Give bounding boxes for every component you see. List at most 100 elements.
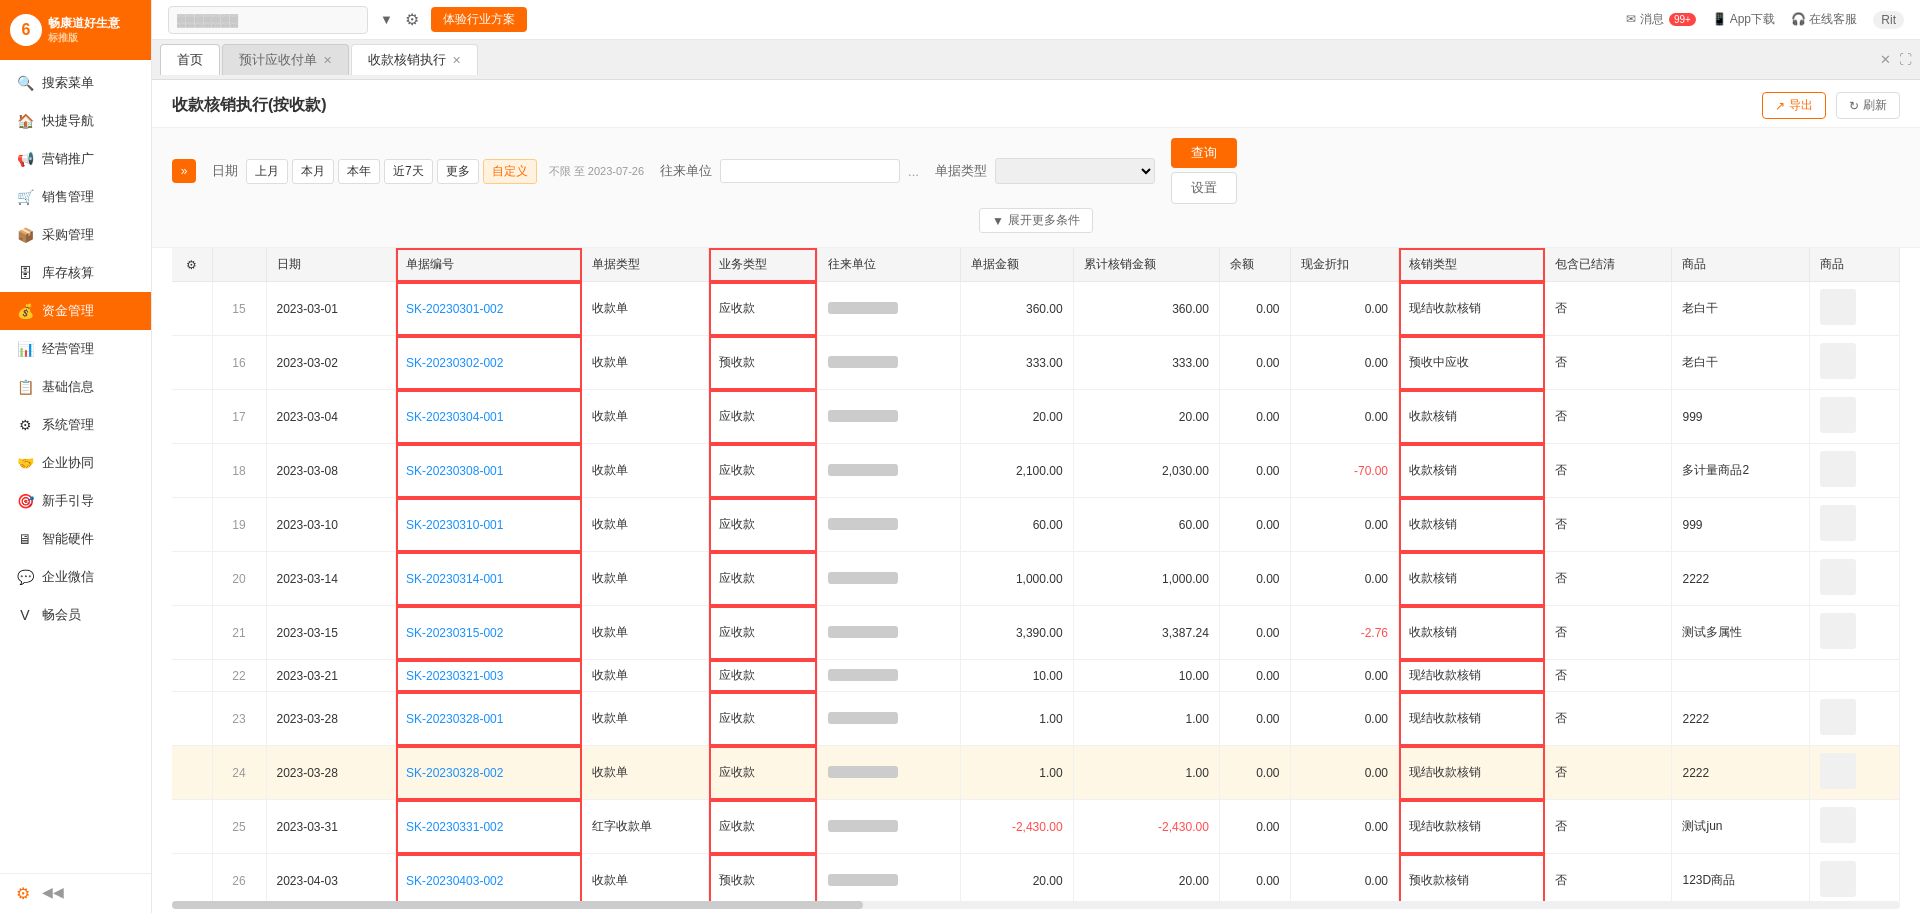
doc-no-link[interactable]: SK-20230328-002 [406, 766, 503, 780]
filter-btn-7days[interactable]: 近7天 [384, 159, 433, 184]
sidebar-collapse-icon[interactable]: ◀◀ [42, 884, 64, 903]
table-row[interactable]: 22 2023-03-21 SK-20230321-003 收款单 应收款 10… [172, 660, 1900, 692]
message-area[interactable]: ✉ 消息 99+ [1626, 11, 1696, 28]
filter-area: » 日期 上月 本月 本年 近7天 更多 自定义 不限 至 2023-07-26 [152, 128, 1920, 248]
filter-expand-button[interactable]: ▼ 展开更多条件 [979, 208, 1093, 233]
filter-btn-custom[interactable]: 自定义 [483, 159, 537, 184]
filter-btn-this-month[interactable]: 本月 [292, 159, 334, 184]
row-balance: 0.00 [1219, 800, 1290, 854]
topbar-dropdown-icon[interactable]: ▼ [380, 12, 393, 27]
table-row[interactable]: 24 2023-03-28 SK-20230328-002 收款单 应收款 1.… [172, 746, 1900, 800]
sidebar-item-sales[interactable]: 🛒 销售管理 [0, 178, 151, 216]
row-inclsettled: 否 [1545, 854, 1672, 902]
doc-no-link[interactable]: SK-20230328-001 [406, 712, 503, 726]
query-button[interactable]: 查询 [1171, 138, 1237, 168]
tab-prepay[interactable]: 预计应收付单 ✕ [222, 44, 349, 75]
row-doctype: 收款单 [582, 660, 709, 692]
table-row[interactable]: 20 2023-03-14 SK-20230314-001 收款单 应收款 1,… [172, 552, 1900, 606]
filter-settings-button[interactable]: 设置 [1171, 172, 1237, 204]
sidebar-item-wechat[interactable]: 💬 企业微信 [0, 558, 151, 596]
topbar-search-box[interactable]: ▓▓▓▓▓▓▓ [168, 6, 368, 34]
row-cashdiscount: 0.00 [1290, 660, 1398, 692]
filter-doctype-select[interactable] [995, 158, 1155, 184]
tab-expand-icon[interactable]: ⛶ [1899, 52, 1912, 67]
operations-icon: 📊 [16, 341, 34, 357]
row-date: 2023-03-28 [266, 746, 396, 800]
row-inclsettled: 否 [1545, 336, 1672, 390]
doc-no-link[interactable]: SK-20230302-002 [406, 356, 503, 370]
table-row[interactable]: 26 2023-04-03 SK-20230403-002 收款单 预收款 20… [172, 854, 1900, 902]
sidebar-item-purchase[interactable]: 📦 采购管理 [0, 216, 151, 254]
row-product-img [1810, 692, 1900, 746]
table-row[interactable]: 25 2023-03-31 SK-20230331-002 红字收款单 应收款 … [172, 800, 1900, 854]
doc-no-link[interactable]: SK-20230314-001 [406, 572, 503, 586]
filter-btn-this-year[interactable]: 本年 [338, 159, 380, 184]
tab-receipt-close[interactable]: ✕ [452, 54, 461, 67]
col-settings[interactable]: ⚙ [172, 248, 212, 282]
export-button[interactable]: ↗ 导出 [1762, 92, 1826, 119]
sidebar-item-finance[interactable]: 💰 资金管理 [0, 292, 151, 330]
table-row[interactable]: 15 2023-03-01 SK-20230301-002 收款单 应收款 36… [172, 282, 1900, 336]
doc-no-link[interactable]: SK-20230315-002 [406, 626, 503, 640]
doc-no-link[interactable]: SK-20230308-001 [406, 464, 503, 478]
doc-no-link[interactable]: SK-20230321-003 [406, 669, 503, 683]
doc-no-link[interactable]: SK-20230331-002 [406, 820, 503, 834]
filter-partner-input[interactable] [720, 159, 900, 183]
row-product-img [1810, 552, 1900, 606]
row-cashdiscount: 0.00 [1290, 800, 1398, 854]
sidebar-item-enterprise[interactable]: 🤝 企业协同 [0, 444, 151, 482]
refresh-button[interactable]: ↻ 刷新 [1836, 92, 1900, 119]
row-product-img [1810, 282, 1900, 336]
sidebar-item-guide[interactable]: 🎯 新手引导 [0, 482, 151, 520]
row-inclsettled: 否 [1545, 660, 1672, 692]
service-area[interactable]: 🎧 在线客服 [1791, 11, 1857, 28]
row-partner [817, 800, 960, 854]
user-avatar[interactable]: Rit [1873, 11, 1904, 29]
table-row[interactable]: 17 2023-03-04 SK-20230304-001 收款单 应收款 20… [172, 390, 1900, 444]
row-product-img [1810, 390, 1900, 444]
sidebar-item-system[interactable]: ⚙ 系统管理 [0, 406, 151, 444]
col-date: 日期 [266, 248, 396, 282]
sidebar-item-search[interactable]: 🔍 搜索菜单 [0, 64, 151, 102]
sidebar-gear-icon[interactable]: ⚙ [16, 884, 30, 903]
tab-prepay-close[interactable]: ✕ [323, 54, 332, 67]
app-download-area[interactable]: 📱 App下载 [1712, 11, 1775, 28]
row-docamount: 1.00 [960, 746, 1073, 800]
filter-doctype-label: 单据类型 [935, 162, 987, 180]
row-doctype: 收款单 [582, 390, 709, 444]
doc-no-link[interactable]: SK-20230301-002 [406, 302, 503, 316]
sidebar-item-member[interactable]: V 畅会员 [0, 596, 151, 634]
solution-button[interactable]: 体验行业方案 [431, 7, 527, 32]
sidebar-item-hardware[interactable]: 🖥 智能硬件 [0, 520, 151, 558]
table-row[interactable]: 23 2023-03-28 SK-20230328-001 收款单 应收款 1.… [172, 692, 1900, 746]
table-scrollbar-thumb[interactable] [172, 901, 863, 909]
table-row[interactable]: 21 2023-03-15 SK-20230315-002 收款单 应收款 3,… [172, 606, 1900, 660]
sidebar-item-basic[interactable]: 📋 基础信息 [0, 368, 151, 406]
filter-btn-last-month[interactable]: 上月 [246, 159, 288, 184]
row-docamount: 360.00 [960, 282, 1073, 336]
table-row[interactable]: 18 2023-03-08 SK-20230308-001 收款单 应收款 2,… [172, 444, 1900, 498]
table-row[interactable]: 19 2023-03-10 SK-20230310-001 收款单 应收款 60… [172, 498, 1900, 552]
row-product: 老白干 [1672, 336, 1810, 390]
col-settings-cell [172, 336, 212, 390]
sidebar-item-inventory[interactable]: 🗄 库存核算 [0, 254, 151, 292]
purchase-icon: 📦 [16, 227, 34, 243]
row-partner [817, 336, 960, 390]
tab-close-all-icon[interactable]: ✕ [1880, 52, 1891, 67]
tab-receipt[interactable]: 收款核销执行 ✕ [351, 44, 478, 75]
row-balance: 0.00 [1219, 692, 1290, 746]
doc-no-link[interactable]: SK-20230310-001 [406, 518, 503, 532]
sidebar-item-operations[interactable]: 📊 经营管理 [0, 330, 151, 368]
table-row[interactable]: 16 2023-03-02 SK-20230302-002 收款单 预收款 33… [172, 336, 1900, 390]
table-scrollbar[interactable] [172, 901, 1900, 909]
tab-home[interactable]: 首页 [160, 44, 220, 75]
sidebar-item-marketing[interactable]: 📢 营销推广 [0, 140, 151, 178]
filter-btn-more[interactable]: 更多 [437, 159, 479, 184]
doc-no-link[interactable]: SK-20230304-001 [406, 410, 503, 424]
sidebar-item-quicknav[interactable]: 🏠 快捷导航 [0, 102, 151, 140]
topbar-gear-icon[interactable]: ⚙ [405, 10, 419, 29]
filter-partner-more-icon[interactable]: ... [908, 164, 919, 179]
doc-no-link[interactable]: SK-20230403-002 [406, 874, 503, 888]
table-container[interactable]: ⚙ 日期 单据编号 单据类型 业务类型 往来单位 单据金额 累计核销金额 余额 … [152, 248, 1920, 901]
filter-toggle-button[interactable]: » [172, 159, 196, 183]
